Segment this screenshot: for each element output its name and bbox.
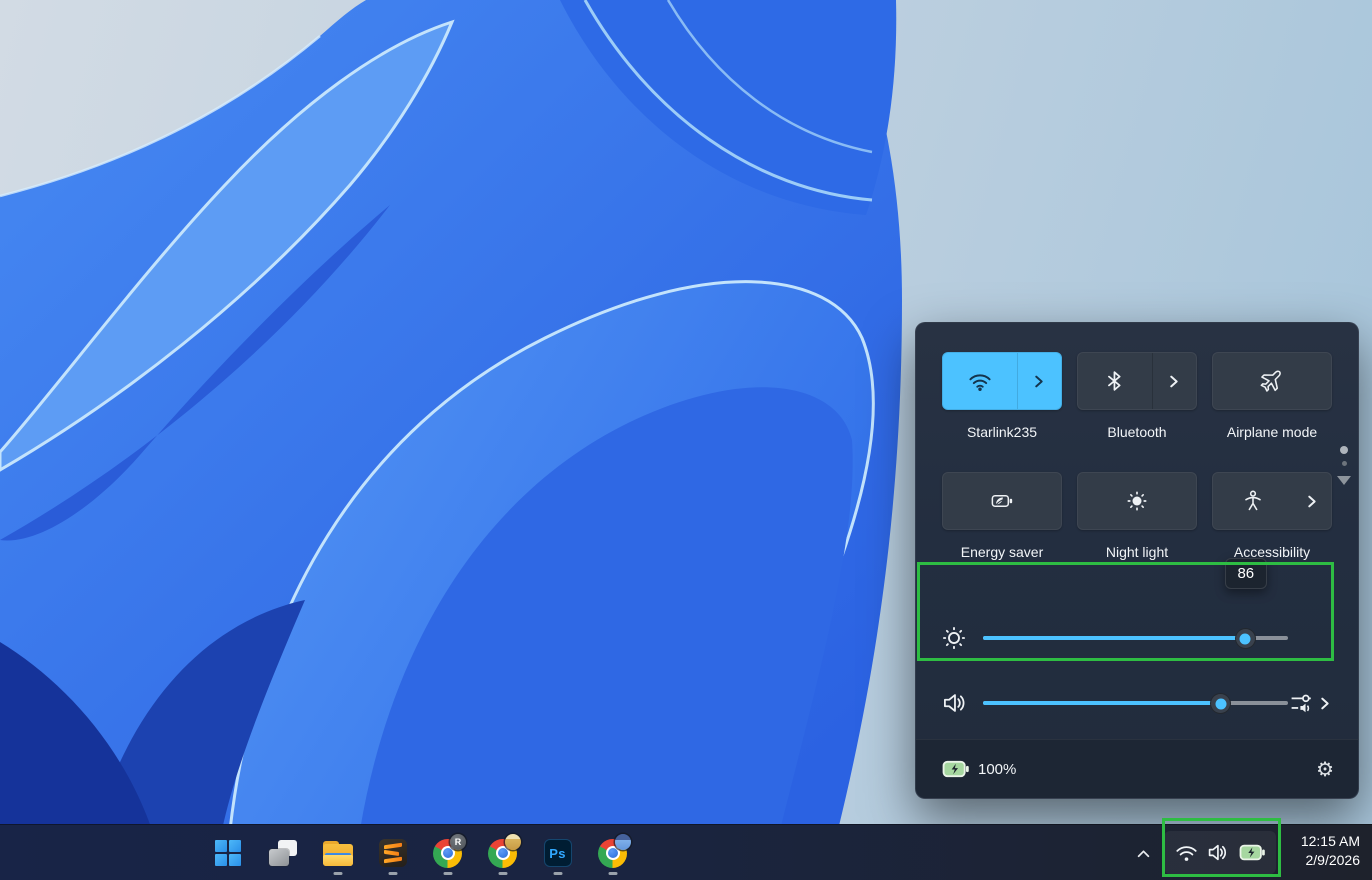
running-indicator xyxy=(388,872,397,875)
tile-airplane-mode[interactable] xyxy=(1212,352,1332,410)
quick-settings-panel: Starlink235 Bluetooth Airplane mode xyxy=(915,322,1359,799)
battery-charging-icon xyxy=(942,759,970,779)
windows-logo-icon xyxy=(215,840,241,866)
chrome-profile-avatar xyxy=(505,834,521,850)
brightness-icon xyxy=(941,625,967,651)
volume-slider[interactable] xyxy=(983,692,1288,714)
running-indicator xyxy=(553,872,562,875)
airplane-icon xyxy=(1260,369,1284,393)
accessibility-icon xyxy=(1241,489,1265,513)
chrome-profile-avatar xyxy=(615,834,631,850)
chevron-up-icon xyxy=(1137,849,1150,858)
photoshop-button[interactable]: Ps xyxy=(536,829,580,877)
volume-thumb[interactable] xyxy=(1210,693,1231,714)
chevron-right-icon xyxy=(1306,495,1319,508)
sublime-text-button[interactable] xyxy=(371,829,415,877)
tile-night-light[interactable] xyxy=(1077,472,1197,530)
chevron-right-icon xyxy=(1033,375,1046,388)
taskbar: R Ps xyxy=(0,824,1372,880)
next-page-arrow-icon[interactable] xyxy=(1337,476,1351,485)
brightness-row: 86 xyxy=(916,618,1358,658)
desktop: Starlink235 Bluetooth Airplane mode xyxy=(0,0,1372,880)
system-tray-quick-settings[interactable] xyxy=(1164,831,1276,874)
brightness-thumb[interactable] xyxy=(1235,628,1256,649)
battery-tray-icon xyxy=(1239,843,1266,862)
file-explorer-button[interactable] xyxy=(316,829,360,877)
running-indicator xyxy=(498,872,507,875)
bluetooth-icon xyxy=(1104,370,1126,392)
volume-tray-icon xyxy=(1207,841,1230,864)
tile-label-energy-saver: Energy saver xyxy=(934,544,1070,560)
volume-fill xyxy=(983,701,1221,705)
settings-gear-icon[interactable]: ⚙ xyxy=(1316,757,1334,781)
battery-percent-label: 100% xyxy=(978,761,1016,778)
clock-date: 2/9/2026 xyxy=(1301,851,1360,870)
bluetooth-expand-button[interactable] xyxy=(1152,353,1196,409)
audio-output-selector[interactable] xyxy=(1289,691,1332,715)
page-dot xyxy=(1342,461,1347,466)
speaker-icon xyxy=(941,690,967,716)
volume-row xyxy=(916,683,1358,723)
tile-label-wifi: Starlink235 xyxy=(934,424,1070,440)
start-button[interactable] xyxy=(206,829,250,877)
tray-overflow-button[interactable] xyxy=(1130,825,1156,880)
chrome-icon xyxy=(598,839,627,868)
taskbar-icons: R Ps xyxy=(200,825,640,880)
chevron-right-icon xyxy=(1319,697,1332,710)
brightness-slider[interactable]: 86 xyxy=(983,627,1288,649)
wifi-icon xyxy=(968,369,992,393)
chrome-profile-blue-button[interactable] xyxy=(591,829,635,877)
task-view-button[interactable] xyxy=(261,829,305,877)
chrome-profile-badge: R xyxy=(450,834,466,850)
night-light-icon xyxy=(1125,489,1149,513)
wifi-toggle[interactable] xyxy=(943,353,1017,409)
wifi-expand-button[interactable] xyxy=(1017,353,1061,409)
sublime-text-icon xyxy=(379,839,407,867)
wifi-tray-icon xyxy=(1175,841,1198,864)
tile-accessibility[interactable] xyxy=(1212,472,1332,530)
accessibility-expand-button[interactable] xyxy=(1293,473,1331,529)
tile-energy-saver[interactable] xyxy=(942,472,1062,530)
energy-saver-icon xyxy=(989,490,1015,512)
task-view-icon xyxy=(269,840,297,866)
clock-time: 12:15 AM xyxy=(1301,832,1360,851)
chrome-profile-gold-button[interactable] xyxy=(481,829,525,877)
photoshop-icon: Ps xyxy=(544,839,572,867)
qs-pagination xyxy=(1337,446,1351,485)
chevron-right-icon xyxy=(1168,375,1181,388)
battery-status[interactable]: 100% xyxy=(942,759,1016,779)
taskbar-clock[interactable]: 12:15 AM 2/9/2026 xyxy=(1301,832,1360,870)
audio-output-icon xyxy=(1289,691,1315,715)
file-explorer-icon xyxy=(323,841,353,866)
running-indicator xyxy=(443,872,452,875)
accessibility-toggle[interactable] xyxy=(1213,473,1293,529)
running-indicator xyxy=(608,872,617,875)
bluetooth-toggle[interactable] xyxy=(1078,353,1152,409)
running-indicator xyxy=(333,872,342,875)
tile-label-bluetooth: Bluetooth xyxy=(1069,424,1205,440)
tile-bluetooth[interactable] xyxy=(1077,352,1197,410)
brightness-value-tooltip: 86 xyxy=(1225,558,1267,589)
tile-label-night-light: Night light xyxy=(1069,544,1205,560)
qs-footer: 100% ⚙ xyxy=(916,739,1358,798)
page-dot-current xyxy=(1340,446,1348,454)
brightness-fill xyxy=(983,636,1245,640)
chrome-icon xyxy=(488,839,517,868)
brightness-value: 86 xyxy=(1237,565,1254,582)
tile-label-accessibility: Accessibility xyxy=(1204,544,1340,560)
tile-wifi[interactable] xyxy=(942,352,1062,410)
chrome-icon: R xyxy=(433,839,462,868)
tile-label-airplane: Airplane mode xyxy=(1204,424,1340,440)
chrome-profile-r-button[interactable]: R xyxy=(426,829,470,877)
